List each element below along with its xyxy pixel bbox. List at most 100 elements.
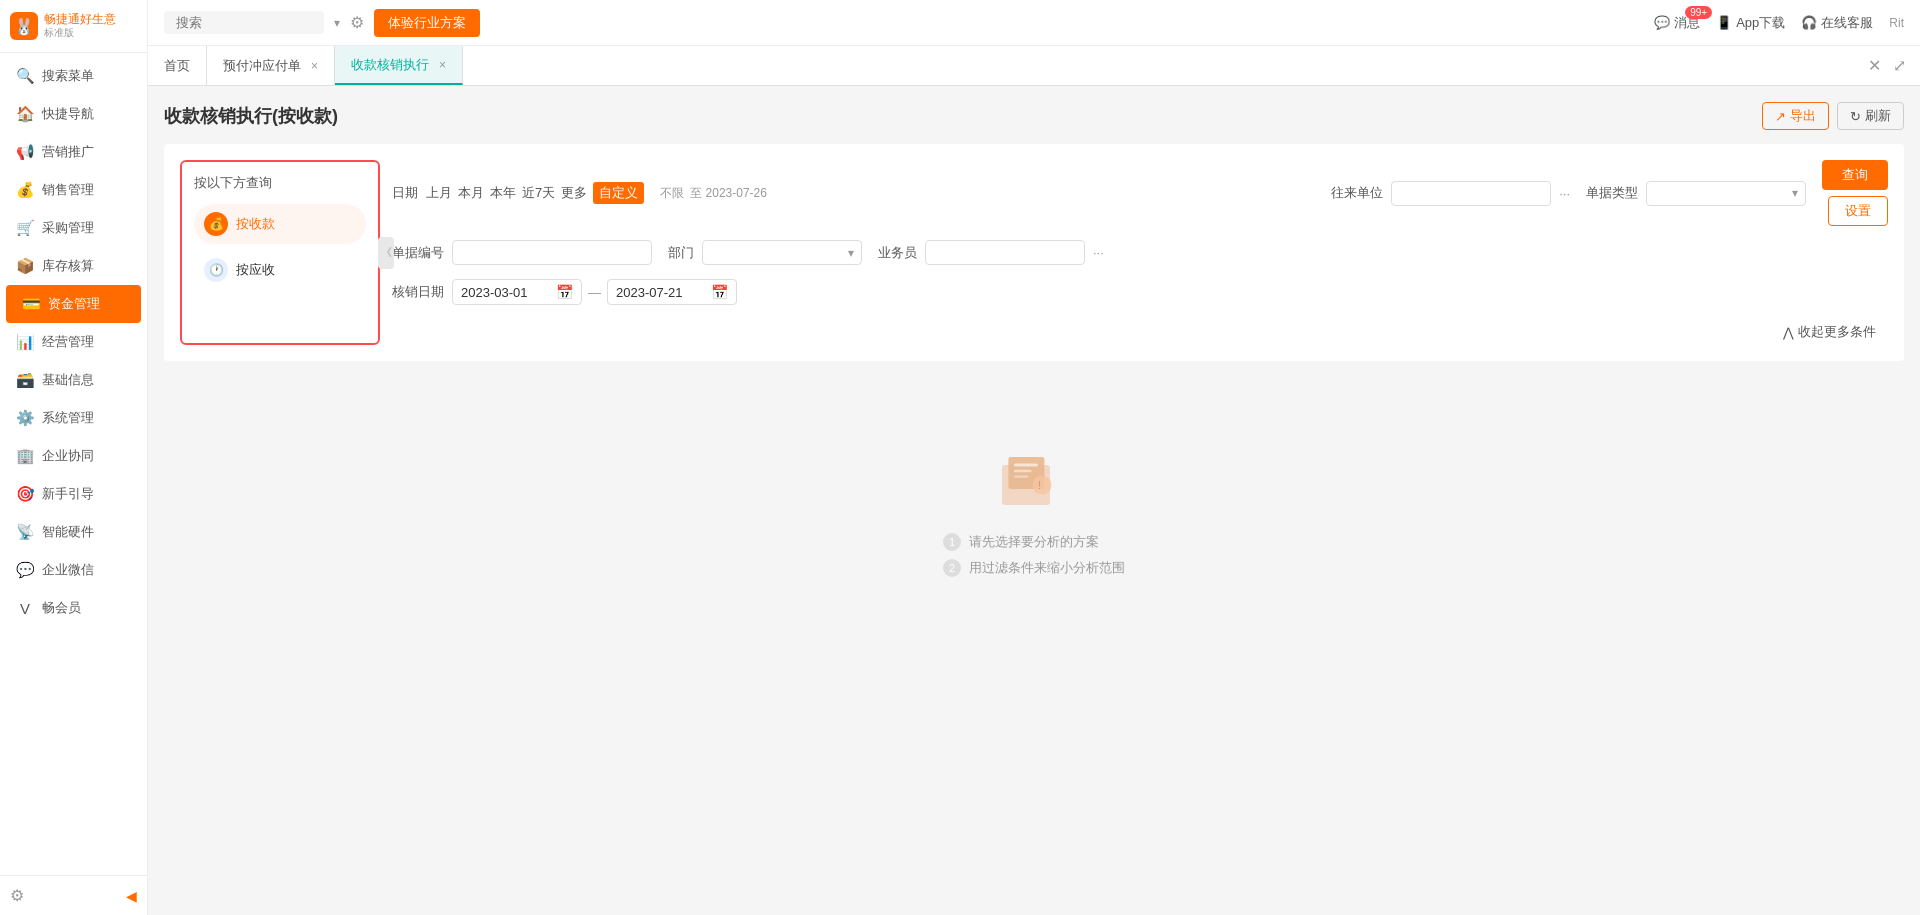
tab-home[interactable]: 首页: [148, 46, 207, 85]
tip-num-1: 1: [943, 533, 961, 551]
logo-text: 畅捷通好生意 标准版: [44, 12, 116, 40]
staff-dots[interactable]: ···: [1093, 245, 1104, 260]
staff-input[interactable]: [925, 240, 1085, 265]
filter-by-receipt[interactable]: 💰 按收款: [194, 204, 366, 244]
funds-icon: 💳: [22, 295, 40, 313]
sidebar-item-marketing[interactable]: 📢 营销推广: [0, 133, 147, 171]
sidebar-label-inventory: 库存核算: [42, 257, 94, 275]
sidebar-item-enterprise[interactable]: 🏢企业协同: [0, 437, 147, 475]
writeoff-date-label: 核销日期: [392, 283, 444, 301]
writeoff-date-start-input[interactable]: 2023-03-01 📅: [452, 279, 582, 305]
sidebar-item-wechat[interactable]: 💬 企业微信: [0, 551, 147, 589]
topbar-online-service[interactable]: 🎧 在线客服: [1801, 14, 1873, 32]
search-icon: 🔍: [16, 67, 34, 85]
sidebar-label-system: 系统管理: [42, 409, 94, 427]
gear-icon[interactable]: ⚙: [350, 13, 364, 32]
tab-close-all-btn[interactable]: ✕: [1864, 52, 1885, 79]
page-header: 收款核销执行(按收款) ↗ 导出 ↻ 刷新: [164, 102, 1904, 130]
sidebar-label-marketing: 营销推广: [42, 143, 94, 161]
sidebar-collapse-btn[interactable]: ◀: [126, 888, 137, 904]
sidebar-item-basic[interactable]: 🗃️基础信息: [0, 361, 147, 399]
filter-by-receivable[interactable]: 🕐 按应收: [194, 250, 366, 290]
filter-row-1: 日期 上月 本月 本年 近7天 更多 自定义 不限: [392, 160, 1888, 226]
sidebar-label-wechat: 企业微信: [42, 561, 94, 579]
doc-type-select[interactable]: [1646, 181, 1806, 206]
writeoff-date-end-input[interactable]: 2023-07-21 📅: [607, 279, 737, 305]
date-custom[interactable]: 自定义: [593, 182, 644, 204]
tip-text-1: 请先选择要分析的方案: [969, 533, 1099, 551]
counterpart-dots[interactable]: ···: [1559, 186, 1570, 201]
filter-doc-number-field: 单据编号: [392, 240, 652, 265]
collapse-icon: ⋀: [1783, 325, 1794, 340]
sidebar-item-vip[interactable]: V畅会员: [0, 589, 147, 627]
topbar-search-input[interactable]: [164, 11, 324, 34]
tab-expand-btn[interactable]: ⤢: [1889, 52, 1910, 79]
tip-num-2: 2: [943, 559, 961, 577]
topbar-app-download[interactable]: 📱 App下载: [1716, 14, 1785, 32]
sidebar-item-hardware[interactable]: 📡智能硬件: [0, 513, 147, 551]
empty-tip-1: 1 请先选择要分析的方案: [943, 533, 1125, 551]
doc-type-select-wrapper: [1646, 181, 1806, 206]
sidebar-item-purchase[interactable]: 🛒采购管理: [0, 209, 147, 247]
marketing-icon: 📢: [16, 143, 34, 161]
sidebar-item-funds[interactable]: 💳资金管理: [6, 285, 141, 323]
settings-icon[interactable]: ⚙: [10, 886, 24, 905]
counterpart-input[interactable]: [1391, 181, 1551, 206]
content-area: 收款核销执行(按收款) ↗ 导出 ↻ 刷新 按以下方查询: [148, 86, 1920, 915]
sidebar-item-sales[interactable]: 💰销售管理: [0, 171, 147, 209]
date-shortcuts: 上月 本月 本年 近7天 更多 自定义: [426, 182, 644, 204]
dropdown-icon: ▾: [334, 16, 340, 30]
calendar-end-icon: 📅: [711, 284, 728, 300]
tab-receipt-writeoff[interactable]: 收款核销执行 ×: [335, 46, 463, 85]
export-btn[interactable]: ↗ 导出: [1762, 102, 1829, 130]
sidebar-item-system[interactable]: ⚙️系统管理: [0, 399, 147, 437]
tab-prepay-close[interactable]: ×: [311, 59, 318, 73]
sidebar-item-search[interactable]: 🔍 搜索菜单: [0, 57, 147, 95]
topbar-message[interactable]: 💬 消息 99+: [1654, 14, 1700, 32]
tab-prepay[interactable]: 预付冲应付单 ×: [207, 46, 335, 85]
wechat-icon: 💬: [16, 561, 34, 579]
sidebar: 🐰 畅捷通好生意 标准版 🔍搜索菜单🏠快捷导航📢营销推广💰销售管理🛒采购管理📦库…: [0, 0, 148, 915]
department-select[interactable]: [702, 240, 862, 265]
by-receivable-icon: 🕐: [204, 258, 228, 282]
tip-text-2: 用过滤条件来缩小分析范围: [969, 559, 1125, 577]
page-title: 收款核销执行(按收款): [164, 104, 1762, 128]
date-label: 日期: [392, 184, 418, 202]
date-this-year[interactable]: 本年: [490, 184, 516, 202]
doc-number-label: 单据编号: [392, 244, 444, 262]
tabbar: 首页 预付冲应付单 × 收款核销执行 × ✕ ⤢: [148, 46, 1920, 86]
filter-collapse-btn[interactable]: 《: [378, 237, 394, 269]
basic-icon: 🗃️: [16, 371, 34, 389]
filter-row-3: 核销日期 2023-03-01 📅 — 2023-07-21 📅: [392, 279, 1888, 305]
date-to-text: 至 2023-07-26: [690, 185, 767, 202]
app-icon: 📱: [1716, 15, 1732, 30]
refresh-btn[interactable]: ↻ 刷新: [1837, 102, 1904, 130]
settings-btn[interactable]: 设置: [1828, 196, 1888, 226]
service-label: 在线客服: [1821, 14, 1873, 32]
doc-number-input[interactable]: [452, 240, 652, 265]
tab-receipt-writeoff-close[interactable]: ×: [439, 58, 446, 72]
filter-area: 按以下方查询 💰 按收款 🕐 按应收 《: [164, 144, 1904, 361]
date-7days[interactable]: 近7天: [522, 184, 555, 202]
solution-btn[interactable]: 体验行业方案: [374, 9, 480, 37]
date-this-month[interactable]: 本月: [458, 184, 484, 202]
date-last-month[interactable]: 上月: [426, 184, 452, 202]
sales-icon: 💰: [16, 181, 34, 199]
date-more[interactable]: 更多: [561, 184, 587, 202]
sidebar-item-newbie[interactable]: 🎯新手引导: [0, 475, 147, 513]
sidebar-item-business[interactable]: 📊经营管理: [0, 323, 147, 361]
topbar: ▾ ⚙ 体验行业方案 💬 消息 99+ 📱 App下载 🎧 在线客服 Rit: [148, 0, 1920, 46]
filter-staff-field: 业务员 ···: [878, 240, 1104, 265]
sidebar-label-search: 搜索菜单: [42, 67, 94, 85]
by-receipt-icon: 💰: [204, 212, 228, 236]
query-btn[interactable]: 查询: [1822, 160, 1888, 190]
filter-writeoff-date-field: 核销日期 2023-03-01 📅 — 2023-07-21 📅: [392, 279, 737, 305]
sidebar-item-quick-nav[interactable]: 🏠快捷导航: [0, 95, 147, 133]
sidebar-item-inventory[interactable]: 📦库存核算: [0, 247, 147, 285]
filter-counterpart-field: 往来单位 ···: [1331, 181, 1570, 206]
page: 收款核销执行(按收款) ↗ 导出 ↻ 刷新 按以下方查询: [148, 86, 1920, 673]
date-range-separator: —: [588, 285, 601, 300]
doc-type-label: 单据类型: [1586, 184, 1638, 202]
collapse-more-btn[interactable]: ⋀ 收起更多条件: [1771, 319, 1888, 345]
topbar-user[interactable]: Rit: [1889, 16, 1904, 30]
